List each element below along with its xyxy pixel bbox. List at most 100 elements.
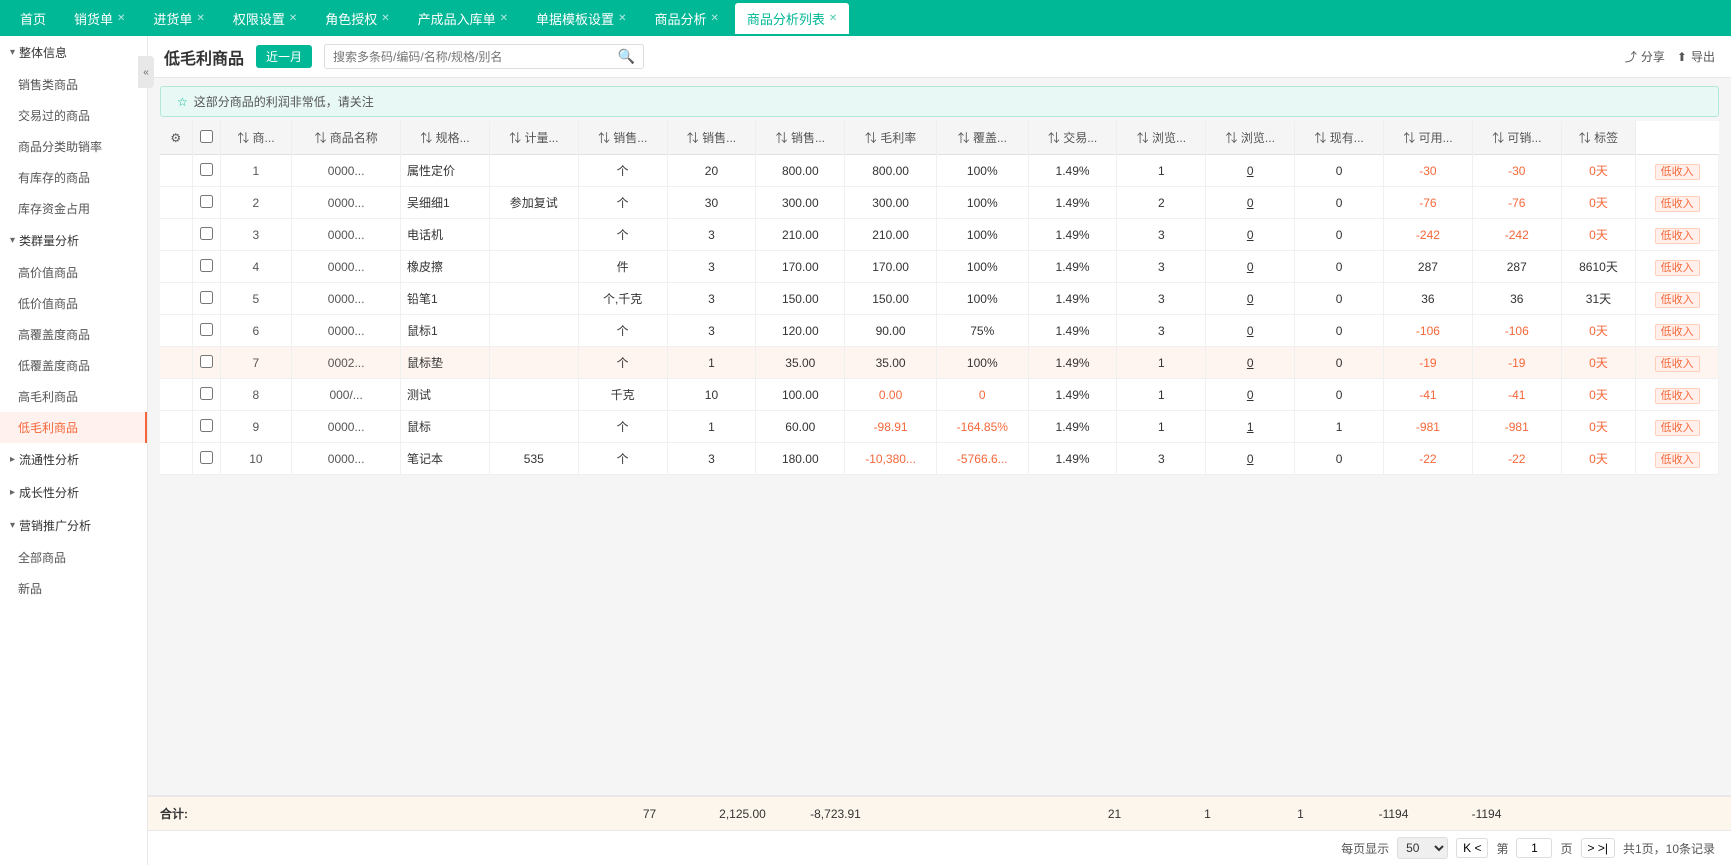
first-page-btn[interactable]: K < bbox=[1456, 838, 1488, 858]
th-available[interactable]: ⇅ 可用... bbox=[1384, 121, 1473, 155]
row-select-checkbox[interactable] bbox=[200, 163, 213, 176]
row-select-checkbox[interactable] bbox=[200, 355, 213, 368]
th-unit[interactable]: ⇅ 计量... bbox=[489, 121, 578, 155]
nav-item-purchase[interactable]: 进货单 ✕ bbox=[141, 3, 216, 34]
th-tag[interactable]: ⇅ 标签 bbox=[1561, 121, 1636, 155]
sidebar-item-new-goods[interactable]: 新品 bbox=[0, 573, 147, 604]
row-settings[interactable] bbox=[160, 315, 192, 347]
row-settings[interactable] bbox=[160, 379, 192, 411]
row-browse1[interactable]: 0 bbox=[1206, 251, 1295, 283]
row-select-checkbox[interactable] bbox=[200, 259, 213, 272]
nav-close-template[interactable]: ✕ bbox=[618, 13, 626, 24]
th-sale-price[interactable]: ⇅ 销售... bbox=[667, 121, 756, 155]
sidebar-item-traded-goods[interactable]: 交易过的商品 bbox=[0, 100, 147, 131]
nav-close-product-stock[interactable]: ✕ bbox=[500, 13, 508, 24]
page-size-select[interactable]: 50 20 100 bbox=[1397, 837, 1448, 859]
nav-item-product-stock[interactable]: 产成品入库单 ✕ bbox=[406, 3, 520, 34]
th-browse2[interactable]: ⇅ 浏览... bbox=[1206, 121, 1295, 155]
search-icon[interactable]: 🔍 bbox=[618, 48, 635, 65]
row-current: -76 bbox=[1384, 187, 1473, 219]
row-select-checkbox[interactable] bbox=[200, 227, 213, 240]
nav-item-template[interactable]: 单据模板设置 ✕ bbox=[524, 3, 638, 34]
nav-close-permissions[interactable]: ✕ bbox=[289, 13, 297, 24]
sidebar-item-all-goods[interactable]: 全部商品 bbox=[0, 542, 147, 573]
share-btn[interactable]: ⤴ 分享 bbox=[1625, 48, 1665, 65]
th-coverage[interactable]: ⇅ 覆盖... bbox=[936, 121, 1028, 155]
row-select-checkbox[interactable] bbox=[200, 291, 213, 304]
filter-recent-month-btn[interactable]: 近一月 bbox=[256, 45, 312, 68]
row-browse2: 1 bbox=[1295, 411, 1384, 443]
th-code[interactable]: ⇅ 商... bbox=[220, 121, 292, 155]
th-transaction[interactable]: ⇅ 交易... bbox=[1028, 121, 1117, 155]
row-browse1[interactable]: 0 bbox=[1206, 155, 1295, 187]
nav-close-roles[interactable]: ✕ bbox=[381, 13, 389, 24]
row-browse1[interactable]: 0 bbox=[1206, 283, 1295, 315]
row-code: 0002... bbox=[292, 347, 401, 379]
row-browse1[interactable]: 1 bbox=[1206, 411, 1295, 443]
row-browse1[interactable]: 0 bbox=[1206, 315, 1295, 347]
sidebar-item-category-rate[interactable]: 商品分类助销率 bbox=[0, 131, 147, 162]
sidebar-item-sales-goods[interactable]: 销售类商品 bbox=[0, 69, 147, 100]
export-btn[interactable]: ⬆ 导出 bbox=[1677, 48, 1715, 65]
row-settings[interactable] bbox=[160, 251, 192, 283]
next-page-btn[interactable]: > >| bbox=[1581, 838, 1615, 858]
th-spec[interactable]: ⇅ 规格... bbox=[401, 121, 490, 155]
row-transaction: 3 bbox=[1117, 251, 1206, 283]
th-sellable[interactable]: ⇅ 可销... bbox=[1472, 121, 1561, 155]
sidebar-group-growth[interactable]: ▸ 成长性分析 bbox=[0, 476, 147, 509]
row-settings[interactable] bbox=[160, 283, 192, 315]
sidebar-item-high-value[interactable]: 高价值商品 bbox=[0, 257, 147, 288]
row-settings[interactable] bbox=[160, 155, 192, 187]
page-number-input[interactable] bbox=[1516, 838, 1552, 858]
th-settings[interactable]: ⚙ bbox=[160, 121, 192, 155]
row-browse1[interactable]: 0 bbox=[1206, 379, 1295, 411]
row-settings[interactable] bbox=[160, 443, 192, 475]
sidebar-group-flow[interactable]: ▸ 流通性分析 bbox=[0, 443, 147, 476]
row-settings[interactable] bbox=[160, 347, 192, 379]
row-browse1[interactable]: 0 bbox=[1206, 347, 1295, 379]
row-select-checkbox[interactable] bbox=[200, 195, 213, 208]
nav-close-purchase[interactable]: ✕ bbox=[196, 13, 204, 24]
th-current[interactable]: ⇅ 现有... bbox=[1295, 121, 1384, 155]
row-settings[interactable] bbox=[160, 187, 192, 219]
row-browse1[interactable]: 0 bbox=[1206, 443, 1295, 475]
sidebar-item-low-coverage[interactable]: 低覆盖度商品 bbox=[0, 350, 147, 381]
row-select-checkbox[interactable] bbox=[200, 451, 213, 464]
row-select-checkbox[interactable] bbox=[200, 387, 213, 400]
settings-icon[interactable]: ⚙ bbox=[170, 131, 181, 145]
select-all-checkbox[interactable] bbox=[200, 130, 213, 143]
row-name: 铅笔1 bbox=[401, 283, 490, 315]
row-settings[interactable] bbox=[160, 219, 192, 251]
nav-item-sales[interactable]: 销货单 ✕ bbox=[62, 3, 137, 34]
th-name[interactable]: ⇅ 商品名称 bbox=[292, 121, 401, 155]
nav-item-home[interactable]: 首页 bbox=[8, 3, 58, 34]
sidebar-item-capital[interactable]: 库存资金占用 bbox=[0, 193, 147, 224]
nav-close-sales[interactable]: ✕ bbox=[117, 13, 125, 24]
nav-item-permissions[interactable]: 权限设置 ✕ bbox=[221, 3, 309, 34]
th-gross-margin[interactable]: ⇅ 毛利率 bbox=[845, 121, 937, 155]
th-browse1[interactable]: ⇅ 浏览... bbox=[1117, 121, 1206, 155]
sidebar-group-cluster[interactable]: ▾ 类群量分析 bbox=[0, 224, 147, 257]
sidebar-group-marketing[interactable]: ▾ 营销推广分析 bbox=[0, 509, 147, 542]
row-select-checkbox[interactable] bbox=[200, 419, 213, 432]
nav-close-analysis[interactable]: ✕ bbox=[710, 13, 718, 24]
row-select-checkbox[interactable] bbox=[200, 323, 213, 336]
th-sale-qty[interactable]: ⇅ 销售... bbox=[578, 121, 667, 155]
row-browse1[interactable]: 0 bbox=[1206, 219, 1295, 251]
nav-close-analysis-list[interactable]: ✕ bbox=[829, 13, 837, 24]
row-settings[interactable] bbox=[160, 411, 192, 443]
sidebar-item-in-stock[interactable]: 有库存的商品 bbox=[0, 162, 147, 193]
th-sale-profit[interactable]: ⇅ 销售... bbox=[756, 121, 845, 155]
sidebar-item-low-value[interactable]: 低价值商品 bbox=[0, 288, 147, 319]
nav-item-roles[interactable]: 角色授权 ✕ bbox=[313, 3, 401, 34]
nav-item-analysis-list[interactable]: 商品分析列表 ✕ bbox=[735, 3, 849, 34]
sidebar-collapse-btn[interactable]: « bbox=[138, 56, 154, 88]
sidebar-item-low-margin[interactable]: 低毛利商品 bbox=[0, 412, 147, 443]
main-content: 低毛利商品 近一月 🔍 ⤴ 分享 ⬆ 导出 ☆ 这部分商品的利润非常低，请关注 bbox=[148, 36, 1731, 865]
sidebar-item-high-coverage[interactable]: 高覆盖度商品 bbox=[0, 319, 147, 350]
nav-item-analysis[interactable]: 商品分析 ✕ bbox=[642, 3, 730, 34]
sidebar-item-high-margin[interactable]: 高毛利商品 bbox=[0, 381, 147, 412]
row-browse1[interactable]: 0 bbox=[1206, 187, 1295, 219]
search-input[interactable] bbox=[333, 50, 618, 64]
sidebar-group-overall[interactable]: ▾ 整体信息 bbox=[0, 36, 147, 69]
